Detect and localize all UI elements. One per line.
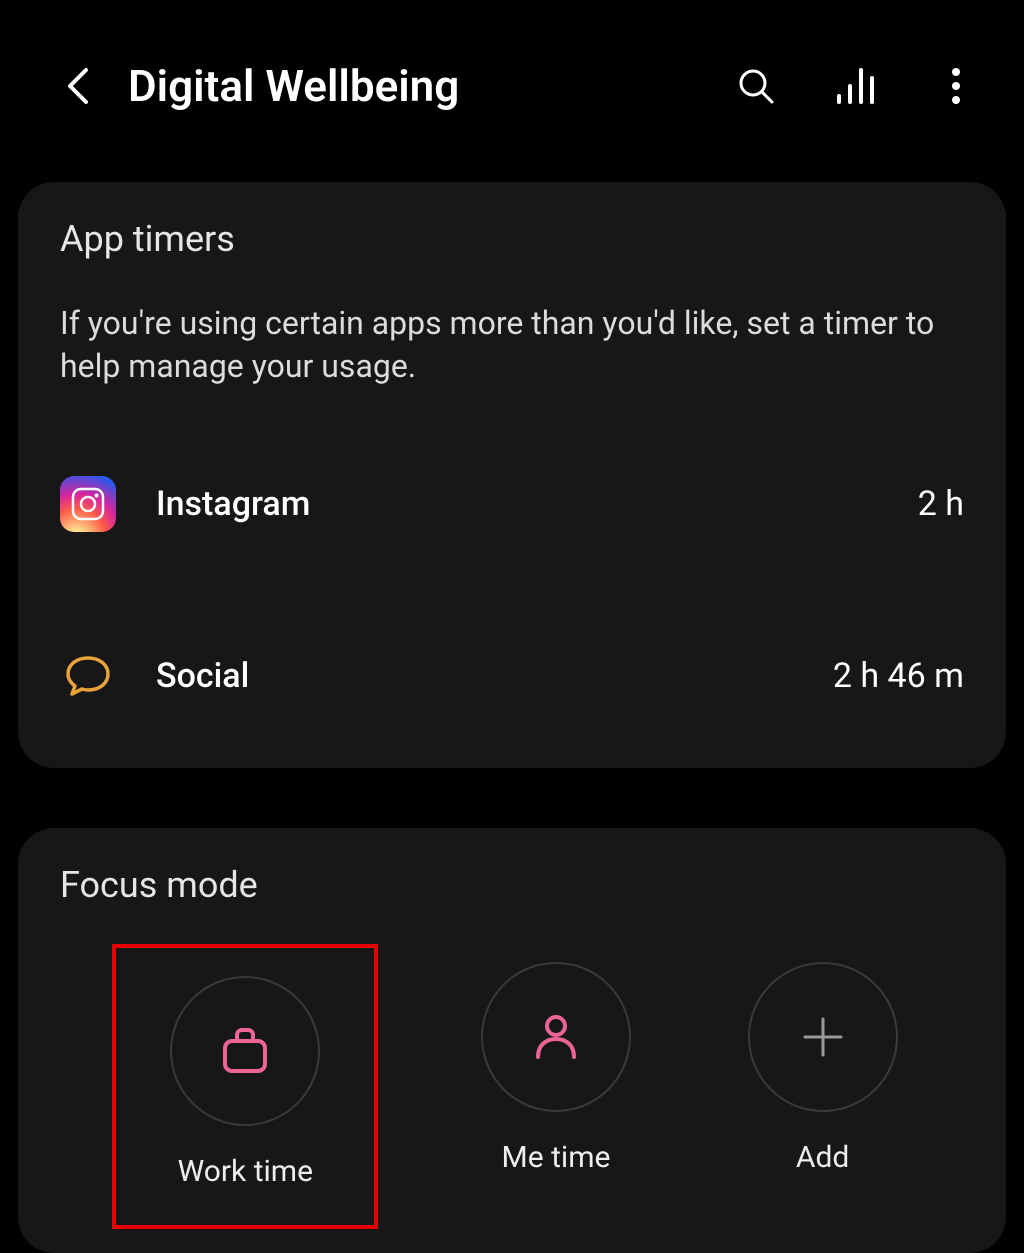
focus-mode-title: Focus mode: [60, 864, 964, 906]
more-vertical-icon: [951, 66, 961, 106]
social-icon: [60, 648, 116, 704]
focus-item-add[interactable]: Add: [734, 948, 912, 1189]
app-header: Digital Wellbeing: [0, 0, 1024, 152]
app-name-label: Social: [156, 656, 793, 696]
briefcase-icon: [217, 1023, 273, 1079]
bar-chart-icon: [835, 66, 877, 106]
app-time-value: 2 h: [918, 484, 964, 524]
timer-row-instagram[interactable]: Instagram 2 h: [60, 448, 964, 560]
plus-icon: [795, 1009, 851, 1065]
focus-item-work-time[interactable]: Work time: [156, 962, 334, 1203]
focus-mode-row: Work time Me time Add: [60, 948, 964, 1229]
focus-label: Work time: [178, 1154, 313, 1189]
focus-circle: [170, 976, 320, 1126]
timer-row-social[interactable]: Social 2 h 46 m: [60, 620, 964, 732]
chevron-left-icon: [64, 66, 92, 106]
search-button[interactable]: [734, 64, 778, 108]
app-timers-description: If you're using certain apps more than y…: [60, 302, 964, 388]
focus-label: Add: [796, 1140, 849, 1175]
app-name-label: Instagram: [156, 484, 878, 524]
app-timers-title: App timers: [60, 218, 964, 260]
more-options-button[interactable]: [934, 64, 978, 108]
app-timers-card: App timers If you're using certain apps …: [18, 182, 1006, 768]
focus-label: Me time: [502, 1140, 611, 1175]
instagram-icon: [60, 476, 116, 532]
person-icon: [528, 1009, 584, 1065]
page-title: Digital Wellbeing: [128, 60, 702, 112]
search-icon: [736, 66, 776, 106]
focus-circle: [481, 962, 631, 1112]
app-time-value: 2 h 46 m: [833, 656, 964, 696]
back-button[interactable]: [60, 68, 96, 104]
focus-mode-card: Focus mode Work time Me time: [18, 828, 1006, 1253]
header-actions: [734, 64, 978, 108]
usage-chart-button[interactable]: [834, 64, 878, 108]
highlight-annotation: Work time: [112, 944, 378, 1229]
focus-item-me-time[interactable]: Me time: [467, 948, 645, 1189]
focus-circle: [748, 962, 898, 1112]
